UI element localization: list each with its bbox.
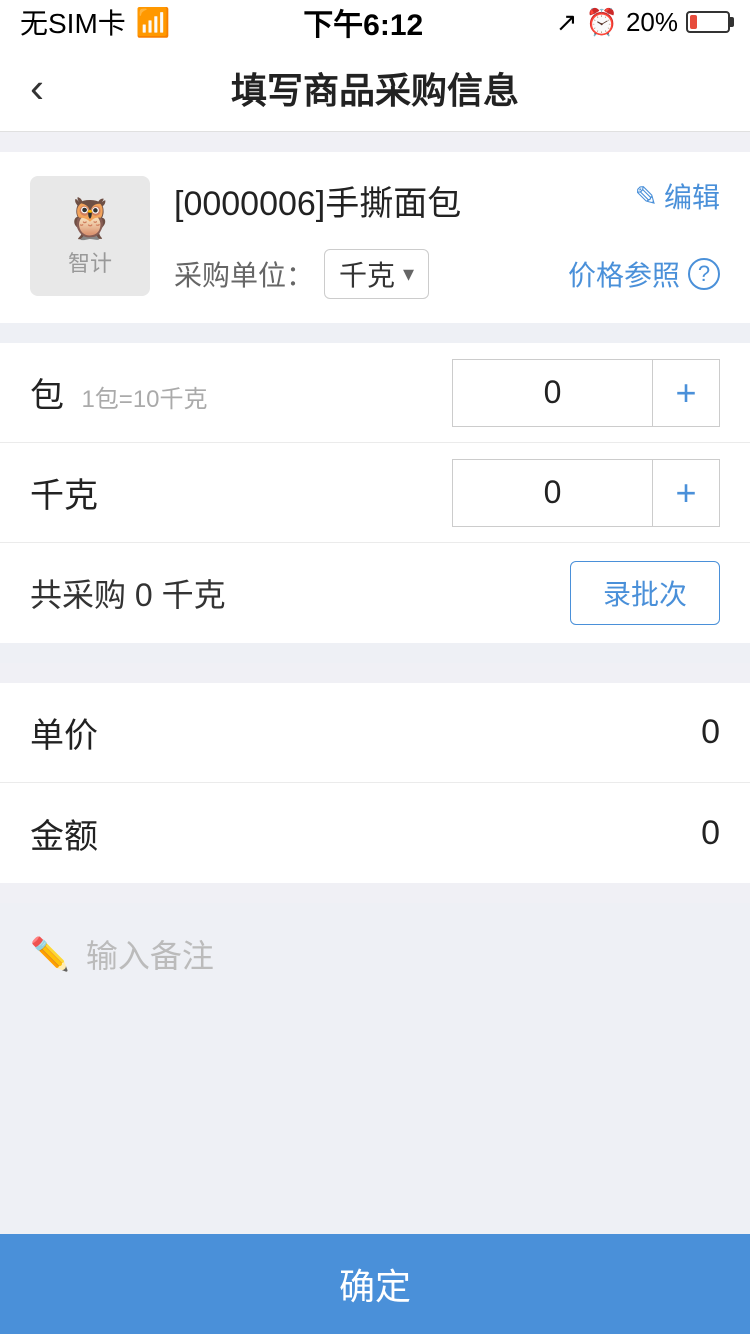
back-button[interactable]: ‹ [30,64,44,112]
nav-bar: ‹ 填写商品采购信息 [0,44,750,132]
edit-label: 编辑 [664,176,720,216]
kg-label: 千克 [30,468,452,517]
dropdown-arrow-icon: ▾ [403,261,414,287]
product-image: 🦉 智计 [30,176,150,296]
unit-prefix-label: 采购单位： [174,254,314,294]
batch-button[interactable]: 录批次 [570,561,720,625]
bao-plus-button[interactable]: + [652,359,720,427]
product-card: 🦉 智计 [0000006]手撕面包 ✎ 编辑 采购单位： 千克 ▾ 价格参照 … [0,152,750,323]
unit-price-label: 单价 [30,708,98,757]
price-ref-help-icon: ? [688,258,720,290]
bao-sublabel: 1包=10千克 [81,386,207,413]
location-icon: ↗ [556,7,578,38]
battery-indicator [686,11,730,33]
price-ref-label: 价格参照 [568,254,680,294]
confirm-bar: 确定 [0,1234,750,1334]
unit-select[interactable]: 千克 ▾ [324,249,429,299]
kg-number-input[interactable] [452,459,652,527]
wifi-icon: 📶 [136,6,171,39]
section-divider-2 [0,643,750,663]
kg-input-row: 千克 + [0,443,750,543]
bao-input-row: 包 1包=10千克 + [0,343,750,443]
bao-input-control: + [452,359,720,427]
unit-value: 千克 [339,254,395,294]
product-unit-row: 采购单位： 千克 ▾ 价格参照 ? [174,249,720,299]
status-right: ↗ ⏰ 20% [556,7,730,38]
price-ref-button[interactable]: 价格参照 ? [568,254,720,294]
amount-row: 金额 0 [0,783,750,883]
unit-price-value: 0 [701,713,720,752]
page-title: 填写商品采购信息 [231,62,519,114]
alarm-icon: ⏰ [586,7,618,38]
price-section: 单价 0 金额 0 [0,683,750,883]
time-display: 下午6:12 [303,0,423,44]
product-logo-icon: 🦉 [65,195,115,242]
edit-button[interactable]: ✎ 编辑 [635,176,720,216]
bao-label: 包 1包=10千克 [30,368,452,417]
product-header: [0000006]手撕面包 ✎ 编辑 [174,176,720,225]
status-bar: 无SIM卡 📶 下午6:12 ↗ ⏰ 20% [0,0,750,44]
note-section[interactable]: ✏️ 输入备注 [0,903,750,1005]
section-divider-1 [0,323,750,343]
confirm-button[interactable]: 确定 [339,1258,411,1310]
status-left: 无SIM卡 📶 [20,2,171,42]
note-placeholder: 输入备注 [86,931,214,977]
bao-number-input[interactable] [452,359,652,427]
input-section: 包 1包=10千克 + 千克 + [0,343,750,543]
summary-text: 共采购 0 千克 [30,570,226,616]
product-name: [0000006]手撕面包 [174,176,461,225]
kg-plus-button[interactable]: + [652,459,720,527]
edit-icon: ✎ [635,180,658,213]
amount-label: 金额 [30,809,98,858]
product-logo-text: 智计 [68,246,112,278]
unit-price-row: 单价 0 [0,683,750,783]
kg-input-control: + [452,459,720,527]
summary-row: 共采购 0 千克 录批次 [0,543,750,643]
pencil-icon: ✏️ [30,935,70,973]
carrier-text: 无SIM卡 [20,2,126,42]
product-info: [0000006]手撕面包 ✎ 编辑 采购单位： 千克 ▾ 价格参照 ? [174,176,720,299]
battery-percent: 20% [626,7,678,38]
amount-value: 0 [701,814,720,853]
